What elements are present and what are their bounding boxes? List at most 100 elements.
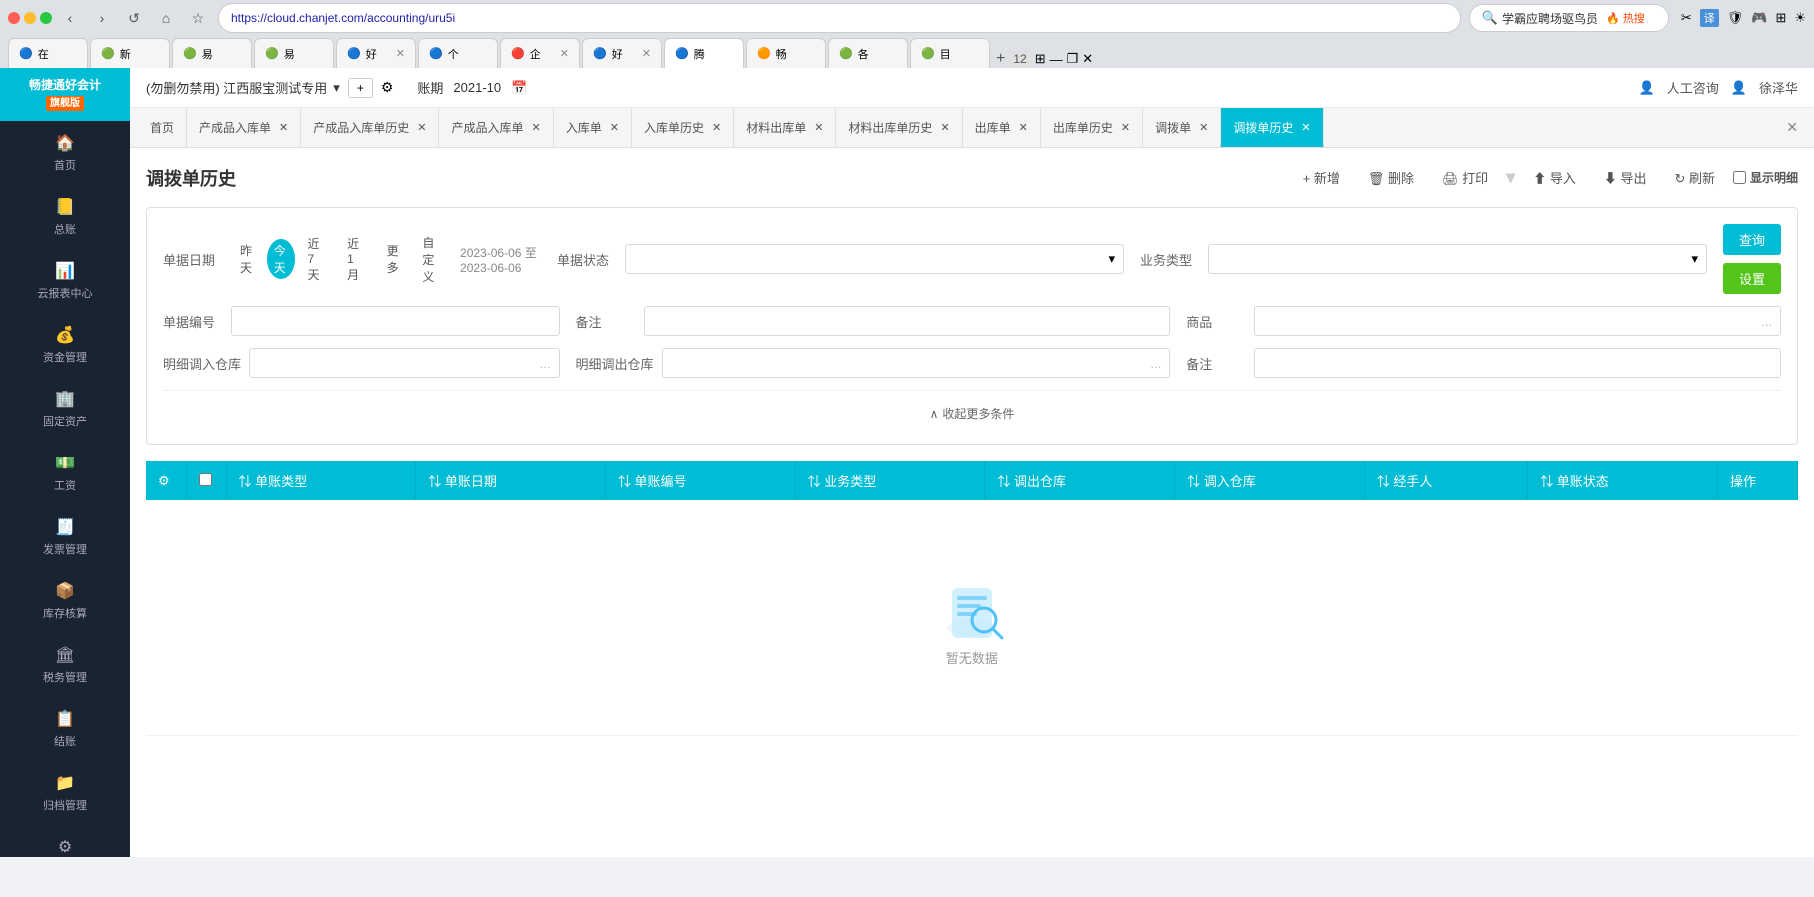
th-handler[interactable]: ⇅ 经手人 — [1364, 461, 1527, 500]
tab-menu-icon[interactable]: ⊞ — [1035, 51, 1046, 67]
tab-home[interactable]: 首页 — [138, 108, 187, 147]
tab-close-product-in2[interactable]: ✕ — [532, 121, 541, 134]
display-detail-checkbox[interactable] — [1733, 171, 1746, 184]
minimize-icon[interactable]: — — [1050, 52, 1063, 67]
home-btn[interactable]: ⌂ — [154, 6, 178, 30]
th-biz-type[interactable]: ⇅ 业务类型 — [795, 461, 985, 500]
tab-close-out-hist[interactable]: ✕ — [1121, 121, 1130, 134]
status-filter-select[interactable]: ▾ — [625, 244, 1124, 274]
date-btn-yesterday[interactable]: 昨天 — [231, 239, 263, 279]
translate-icon[interactable]: 译 — [1700, 9, 1719, 27]
order-no-input[interactable] — [231, 306, 560, 336]
browser-tab-7[interactable]: 🔴 企 ✕ — [500, 38, 580, 68]
new-btn[interactable]: + 新增 — [1293, 164, 1350, 191]
tab-close-all[interactable]: ✕ — [1778, 115, 1806, 140]
date-btn-7days[interactable]: 近7天 — [299, 232, 335, 286]
bookmark-btn[interactable]: ☆ — [186, 6, 210, 30]
back-btn[interactable]: ‹ — [58, 6, 82, 30]
settings-btn[interactable]: 设置 — [1723, 263, 1781, 294]
sidebar-item-ledger[interactable]: 📒 总账 — [0, 185, 130, 249]
tab-in-hist[interactable]: 入库单历史 ✕ — [632, 108, 734, 147]
date-btn-more[interactable]: 更多 — [378, 239, 410, 279]
th-order-type[interactable]: ⇅ 单账类型 — [226, 461, 416, 500]
tab-close-out-order[interactable]: ✕ — [1019, 121, 1028, 134]
shield-icon[interactable]: 🛡 — [1727, 10, 1744, 26]
close-window-btn[interactable] — [8, 12, 20, 24]
settings-icon[interactable]: ⚙ — [381, 79, 394, 96]
browser-tab-10[interactable]: 🟠 畅 — [746, 38, 826, 68]
th-order-date[interactable]: ⇅ 单账日期 — [416, 461, 606, 500]
grid-icon[interactable]: ⊞ — [1775, 10, 1786, 26]
goods-selector[interactable]: ... — [1254, 306, 1781, 336]
date-btn-today[interactable]: 今天 — [267, 239, 295, 279]
tab-close-in-order[interactable]: ✕ — [610, 121, 619, 134]
print-btn[interactable]: 🖨 打印 — [1432, 164, 1498, 191]
th-checkbox[interactable] — [186, 461, 226, 500]
tab-close-transfer[interactable]: ✕ — [1199, 121, 1208, 134]
sidebar-item-closing[interactable]: 📋 结账 — [0, 697, 130, 761]
collapse-btn[interactable]: ∧ 收起更多条件 — [924, 399, 1021, 428]
scissors-icon[interactable]: ✂ — [1681, 10, 1692, 26]
add-company-btn[interactable]: + — [348, 78, 373, 98]
browser-tab-1[interactable]: 🔵 在 — [8, 38, 88, 68]
select-all-checkbox[interactable] — [199, 473, 212, 486]
service-label[interactable]: 人工咨询 — [1667, 78, 1719, 97]
forward-btn[interactable]: › — [90, 6, 114, 30]
add-tab-btn[interactable]: + — [996, 50, 1005, 68]
detail-out-selector[interactable]: ... — [662, 348, 1171, 378]
tab-out-hist[interactable]: 出库单历史 ✕ — [1041, 108, 1143, 147]
remark-input[interactable] — [644, 306, 1171, 336]
tab-transfer-hist[interactable]: 调拨单历史 ✕ — [1221, 108, 1323, 147]
tab-close-in-hist[interactable]: ✕ — [712, 121, 721, 134]
sidebar-item-invoice[interactable]: 🧾 发票管理 — [0, 505, 130, 569]
tab-close-transfer-hist[interactable]: ✕ — [1301, 121, 1310, 134]
detail-in-selector[interactable]: ... — [249, 348, 559, 378]
browser-tab-5[interactable]: 🔵 好 ✕ — [336, 38, 416, 68]
biz-type-filter-select[interactable]: ▾ — [1208, 244, 1707, 274]
browser-tab-8[interactable]: 🔵 好 ✕ — [582, 38, 662, 68]
tab-close-product-in[interactable]: ✕ — [279, 121, 288, 134]
tab-product-in[interactable]: 产成品入库单 ✕ — [187, 108, 301, 147]
tab-material-out[interactable]: 材料出库单 ✕ — [734, 108, 836, 147]
sidebar-item-report[interactable]: 📊 云报表中心 — [0, 249, 130, 313]
tab-out-order[interactable]: 出库单 ✕ — [963, 108, 1041, 147]
game-icon[interactable]: 🎮 — [1751, 10, 1767, 26]
search-box[interactable]: 🔍 学霸应聘场驱鸟员 🔥 热搜 — [1469, 4, 1669, 32]
period-selector[interactable]: 账期 2021-10 📅 — [417, 78, 527, 97]
th-order-status[interactable]: ⇅ 单账状态 — [1528, 461, 1718, 500]
import-btn[interactable]: ⬆ 导入 — [1523, 164, 1586, 191]
brightness-icon[interactable]: ☀ — [1794, 10, 1806, 26]
remark2-input[interactable] — [1254, 348, 1781, 378]
print-dropdown-icon[interactable]: ▾ — [1506, 167, 1515, 188]
close-icon[interactable]: ✕ — [1082, 51, 1093, 67]
sidebar-item-inventory[interactable]: 📦 库存核算 — [0, 569, 130, 633]
tab-transfer[interactable]: 调拨单 ✕ — [1143, 108, 1221, 147]
sidebar-item-tax[interactable]: 🏛 税务管理 — [0, 633, 130, 697]
tab-material-out-hist[interactable]: 材料出库单历史 ✕ — [836, 108, 962, 147]
display-detail-toggle[interactable]: 显示明细 — [1733, 169, 1798, 186]
date-btn-custom[interactable]: 自定义 — [413, 231, 452, 288]
restore-icon[interactable]: ❐ — [1067, 51, 1079, 67]
browser-tab-4[interactable]: 🟢 易 — [254, 38, 334, 68]
tab-count-badge[interactable]: 12 — [1009, 51, 1030, 67]
browser-tab-12[interactable]: 🟢 目 — [910, 38, 990, 68]
sidebar-item-salary[interactable]: 💵 工资 — [0, 441, 130, 505]
delete-btn[interactable]: 🗑 删除 — [1358, 164, 1424, 191]
query-btn[interactable]: 查询 — [1723, 224, 1781, 255]
th-gear[interactable]: ⚙ — [146, 461, 186, 500]
tab-product-in-hist[interactable]: 产成品入库单历史 ✕ — [301, 108, 439, 147]
user-name[interactable]: 徐泽华 — [1759, 78, 1798, 97]
export-btn[interactable]: ⬇ 导出 — [1594, 164, 1657, 191]
tab-close-material-out[interactable]: ✕ — [814, 121, 823, 134]
sidebar-item-archive[interactable]: 📁 归档管理 — [0, 761, 130, 825]
tab-close-material-out-hist[interactable]: ✕ — [940, 121, 949, 134]
browser-tab-3[interactable]: 🟢 易 — [172, 38, 252, 68]
refresh-btn[interactable]: ↻ 刷新 — [1664, 164, 1725, 191]
browser-tab-9[interactable]: 🔵 腾 — [664, 38, 744, 68]
address-bar[interactable]: https://cloud.chanjet.com/accounting/uru… — [218, 3, 1461, 33]
sidebar-item-home[interactable]: 🏠 首页 — [0, 121, 130, 185]
tab-in-order[interactable]: 入库单 ✕ — [554, 108, 632, 147]
sidebar-item-asset[interactable]: 🏢 固定资产 — [0, 377, 130, 441]
sidebar-item-basic[interactable]: ⚙ 基础设置 — [0, 825, 130, 857]
th-out-warehouse[interactable]: ⇅ 调出仓库 — [985, 461, 1175, 500]
